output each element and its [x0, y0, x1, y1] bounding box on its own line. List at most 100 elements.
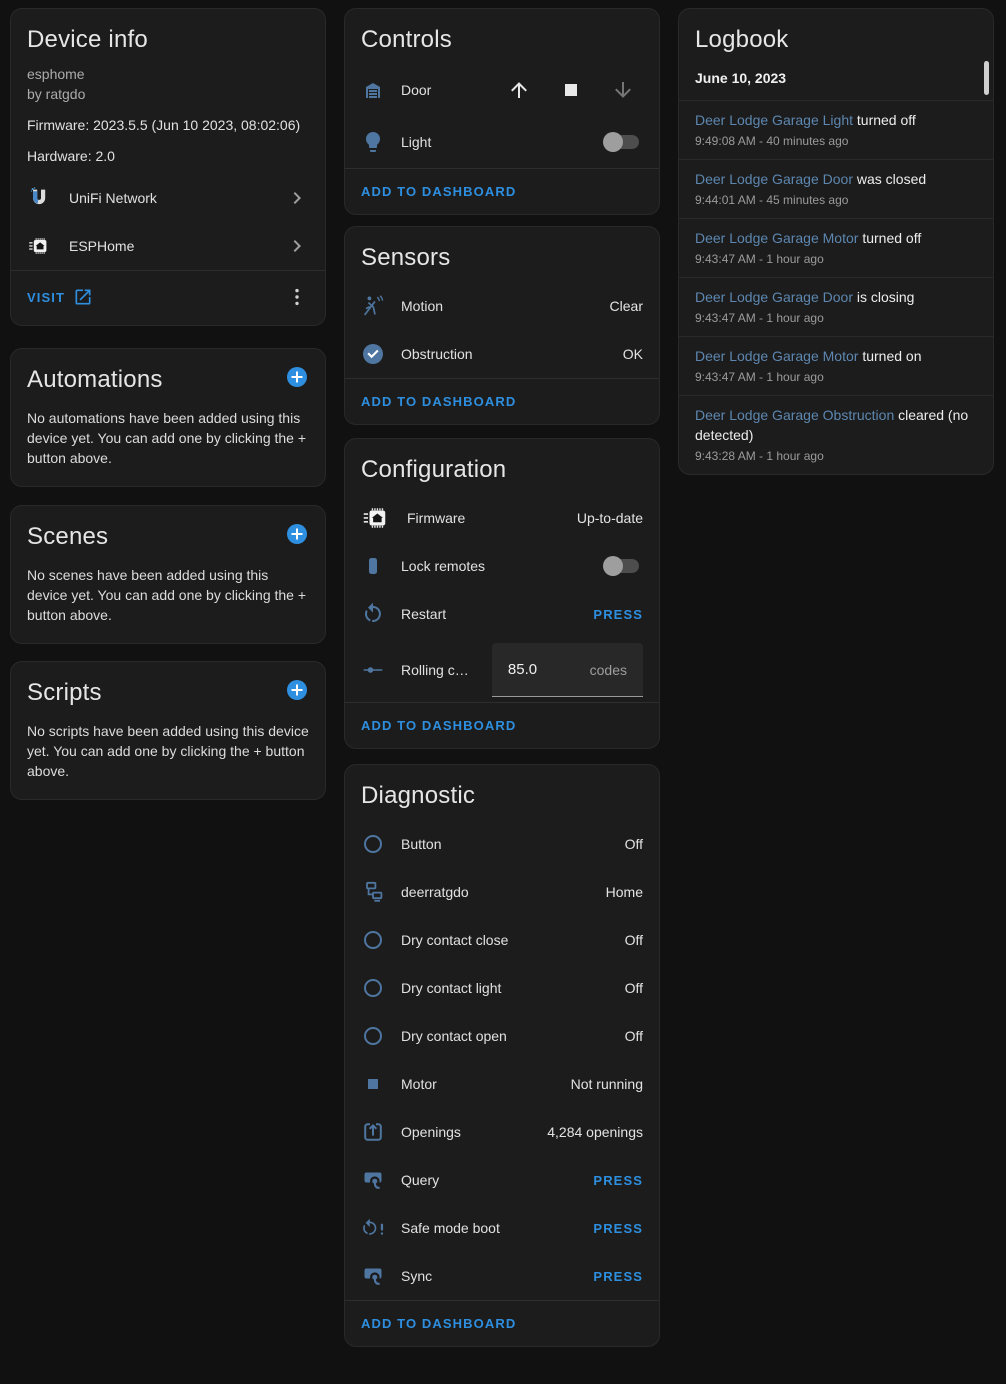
integration-row-esphome[interactable]: ESPHome	[27, 222, 309, 270]
left-column: Device info esphome by ratgdo Firmware: …	[10, 8, 326, 800]
integration-label: UniFi Network	[69, 190, 157, 206]
logbook-timestamp: 9:43:28 AM - 1 hour ago	[695, 449, 824, 463]
square-icon	[361, 1072, 385, 1096]
garage-icon	[361, 78, 385, 102]
diagnostic-row-button[interactable]: Button Off	[345, 820, 659, 868]
diagnostic-row-safe-mode-boot[interactable]: Safe mode boot PRESS	[345, 1204, 659, 1252]
lan-icon	[361, 880, 385, 904]
esphome-logo-icon	[27, 234, 51, 258]
logbook-timestamp: 9:43:47 AM - 1 hour ago	[695, 311, 824, 325]
diagnostic-row-sync[interactable]: Sync PRESS	[345, 1252, 659, 1300]
add-to-dashboard-button[interactable]: ADD TO DASHBOARD	[361, 718, 516, 733]
diagnostic-row-deerratgdo[interactable]: deerratgdo Home	[345, 868, 659, 916]
config-row-rolling-codes[interactable]: Rolling co… 85.0 codes	[345, 638, 659, 702]
scenes-card: Scenes No scenes have been added using t…	[10, 505, 326, 644]
scenes-title: Scenes	[27, 523, 109, 550]
sensor-row-motion[interactable]: Motion Clear	[345, 282, 659, 330]
scenes-empty-text: No scenes have been added using this dev…	[27, 567, 307, 623]
logbook-entity-link[interactable]: Deer Lodge Garage Door	[695, 289, 853, 305]
scripts-empty-text: No scripts have been added using this de…	[27, 723, 309, 779]
rolling-codes-unit: codes	[589, 661, 627, 678]
logbook-entity-link[interactable]: Deer Lodge Garage Motor	[695, 230, 858, 246]
add-to-dashboard-button[interactable]: ADD TO DASHBOARD	[361, 1316, 516, 1331]
cover-stop-button[interactable]	[559, 78, 583, 102]
logbook-event: is closing	[856, 289, 915, 305]
rolling-codes-input[interactable]: 85.0 codes	[491, 643, 643, 697]
middle-column: Controls Door Light ADD TO DASHBOARD Sen…	[344, 8, 660, 1347]
diagnostic-row-openings[interactable]: Openings 4,284 openings	[345, 1108, 659, 1156]
logbook-timestamp: 9:43:47 AM - 1 hour ago	[695, 370, 824, 384]
logbook-entity-link[interactable]: Deer Lodge Garage Light	[695, 112, 853, 128]
kebab-menu-icon[interactable]	[285, 285, 309, 309]
scripts-title: Scripts	[27, 679, 102, 706]
diagnostic-row-motor[interactable]: Motor Not running	[345, 1060, 659, 1108]
logbook-title: Logbook	[695, 26, 789, 53]
restart-icon	[361, 602, 385, 626]
device-firmware-line: Firmware: 2023.5.5 (Jun 10 2023, 08:02:0…	[27, 117, 301, 133]
sensor-row-obstruction[interactable]: Obstruction OK	[345, 330, 659, 378]
lock-remotes-toggle[interactable]	[603, 556, 639, 576]
gesture-tap-button-icon	[361, 1264, 385, 1288]
add-scene-button[interactable]	[285, 522, 309, 546]
toggle-thumb	[603, 556, 623, 576]
diagnostic-row-query[interactable]: Query PRESS	[345, 1156, 659, 1204]
sync-press-button[interactable]: PRESS	[593, 1269, 643, 1284]
logbook-event: was closed	[856, 171, 927, 187]
rolling-code-icon	[361, 658, 385, 682]
add-script-button[interactable]	[285, 678, 309, 702]
config-row-lock-remotes[interactable]: Lock remotes	[345, 542, 659, 590]
cover-open-button[interactable]	[507, 78, 531, 102]
right-column: Logbook June 10, 2023 Deer Lodge Garage …	[678, 8, 994, 475]
integration-row-unifi[interactable]: UniFi Network	[27, 174, 309, 222]
sensors-title: Sensors	[361, 244, 451, 271]
visit-button[interactable]: VISIT	[27, 287, 93, 307]
check-circle-icon	[361, 342, 385, 366]
logbook-entry: Deer Lodge Garage Door is closing 9:43:4…	[679, 277, 993, 336]
add-automation-button[interactable]	[285, 365, 309, 389]
restart-alert-icon	[361, 1216, 385, 1240]
device-info-title: Device info	[27, 26, 148, 53]
device-info-card: Device info esphome by ratgdo Firmware: …	[10, 8, 326, 326]
logbook-entity-link[interactable]: Deer Lodge Garage Obstruction	[695, 407, 894, 423]
safe-mode-press-button[interactable]: PRESS	[593, 1221, 643, 1236]
add-to-dashboard-button[interactable]: ADD TO DASHBOARD	[361, 394, 516, 409]
controls-row-door[interactable]: Door	[345, 64, 659, 116]
diagnostic-row-dry-contact-open[interactable]: Dry contact open Off	[345, 1012, 659, 1060]
logbook-entry: Deer Lodge Garage Door was closed 9:44:0…	[679, 159, 993, 218]
configuration-card: Configuration Firmware Up-to-date Lock r…	[344, 438, 660, 749]
diagnostic-row-dry-contact-light[interactable]: Dry contact light Off	[345, 964, 659, 1012]
logbook-event: turned off	[856, 112, 916, 128]
logbook-card: Logbook June 10, 2023 Deer Lodge Garage …	[678, 8, 994, 475]
add-to-dashboard-button[interactable]: ADD TO DASHBOARD	[361, 184, 516, 199]
automations-title: Automations	[27, 366, 163, 393]
logbook-entry: Deer Lodge Garage Motor turned off 9:43:…	[679, 218, 993, 277]
restart-press-button[interactable]: PRESS	[593, 607, 643, 622]
cover-close-button[interactable]	[611, 78, 635, 102]
config-row-firmware[interactable]: Firmware Up-to-date	[345, 494, 659, 542]
query-press-button[interactable]: PRESS	[593, 1173, 643, 1188]
light-toggle[interactable]	[603, 132, 639, 152]
configuration-title: Configuration	[361, 456, 507, 483]
door-label: Door	[401, 82, 432, 98]
logbook-scrollbar-thumb[interactable]	[984, 61, 989, 95]
controls-title: Controls	[361, 26, 452, 53]
logbook-entity-link[interactable]: Deer Lodge Garage Motor	[695, 348, 858, 364]
remote-icon	[361, 554, 385, 578]
device-model: esphome	[27, 66, 85, 82]
logbook-entity-link[interactable]: Deer Lodge Garage Door	[695, 171, 853, 187]
rolling-codes-value: 85.0	[507, 661, 538, 678]
logbook-date-header: June 10, 2023	[695, 70, 787, 86]
device-manufacturer: by ratgdo	[27, 86, 86, 102]
config-row-restart[interactable]: Restart PRESS	[345, 590, 659, 638]
logbook-event: turned on	[862, 348, 922, 364]
controls-row-light[interactable]: Light	[345, 116, 659, 168]
automations-empty-text: No automations have been added using thi…	[27, 410, 307, 466]
open-in-new-icon	[73, 287, 93, 307]
firmware-status: Up-to-date	[576, 510, 643, 526]
diagnostic-card: Diagnostic Button Off deerratgdo Home Dr…	[344, 764, 660, 1347]
diagnostic-row-dry-contact-close[interactable]: Dry contact close Off	[345, 916, 659, 964]
logbook-timestamp: 9:43:47 AM - 1 hour ago	[695, 252, 824, 266]
device-hardware-line: Hardware: 2.0	[27, 148, 115, 164]
unifi-logo-icon	[27, 186, 51, 210]
chevron-right-icon	[285, 234, 309, 258]
